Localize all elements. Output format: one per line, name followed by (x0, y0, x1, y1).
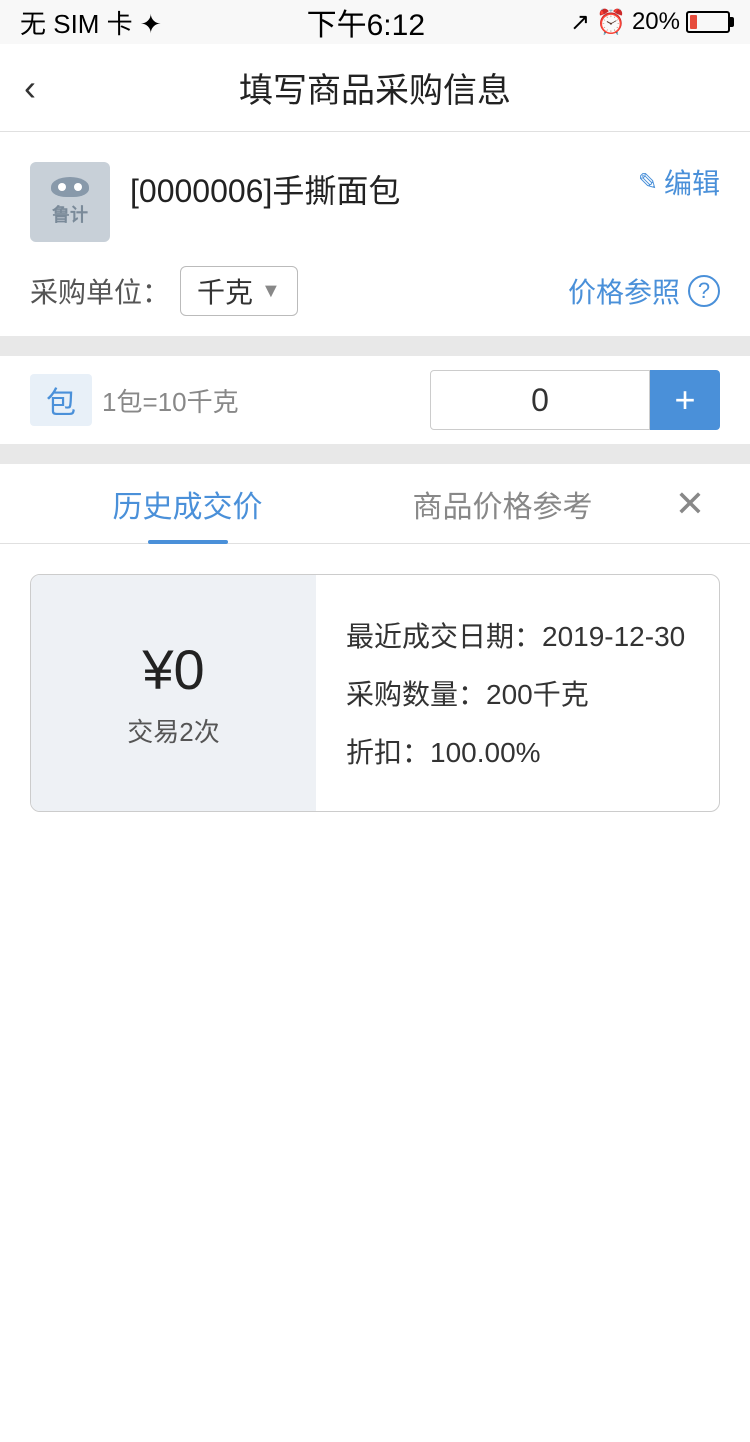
battery-percent: 20% (632, 8, 680, 36)
price-ref-label: 价格参照 (568, 271, 680, 311)
tab-price-ref[interactable]: 商品价格参考 (345, 464, 660, 544)
price-card-section: ¥0 交易2次 最近成交日期：2019-12-30 采购数量：200千克 折扣：… (0, 544, 750, 842)
unit-chevron-icon: ▼ (261, 280, 281, 303)
product-logo: 鲁计 (40, 177, 100, 227)
battery-fill (690, 15, 697, 29)
product-top-row: 鲁计 [0000006]手撕面包 ✎ 编辑 (30, 162, 720, 242)
product-thumbnail: 鲁计 (30, 162, 110, 242)
purchase-qty-row: 采购数量：200千克 (346, 673, 689, 713)
unit-value: 千克 (197, 271, 253, 311)
price-card-left: ¥0 交易2次 (31, 575, 316, 811)
tab-close-button[interactable]: ✕ (660, 474, 720, 534)
quantity-unit-badge: 包 (30, 374, 92, 426)
owl-eye-left (58, 183, 66, 191)
quantity-row: 包 1包=10千克 + (0, 356, 750, 444)
owl-body (51, 177, 89, 197)
product-name-wrap: [0000006]手撕面包 (130, 162, 400, 212)
edit-icon: ✎ (638, 168, 658, 197)
battery-icon (686, 11, 730, 33)
status-left: 无 SIM 卡 ✦ (20, 4, 162, 41)
help-icon: ? (688, 275, 720, 307)
page-title: 填写商品采购信息 (239, 63, 511, 112)
edit-label: 编辑 (664, 162, 720, 202)
quantity-plus-button[interactable]: + (650, 370, 720, 430)
recent-date-row: 最近成交日期：2019-12-30 (346, 615, 689, 655)
price-card-right: 最近成交日期：2019-12-30 采购数量：200千克 折扣：100.00% (316, 575, 719, 811)
price-amount: ¥0 (142, 637, 204, 702)
price-ref-button[interactable]: 价格参照 ? (568, 271, 720, 311)
product-id: [0000006] (130, 173, 272, 209)
status-bar: 无 SIM 卡 ✦ 下午6:12 ↗ ⏰ 20% (0, 0, 750, 44)
tabs-bar: 历史成交价 商品价格参考 ✕ (0, 464, 750, 544)
price-trades: 交易2次 (127, 712, 219, 749)
nav-bar: ‹ 填写商品采购信息 (0, 44, 750, 132)
unit-select[interactable]: 千克 ▼ (180, 266, 298, 316)
section-divider-2 (0, 444, 750, 464)
currency-symbol: ¥ (142, 638, 173, 701)
section-divider (0, 336, 750, 356)
unit-label: 采购单位： (30, 271, 170, 311)
price-value: 0 (174, 638, 205, 701)
edit-button[interactable]: ✎ 编辑 (638, 162, 720, 202)
product-name: [0000006]手撕面包 (130, 166, 400, 212)
product-card: 鲁计 [0000006]手撕面包 ✎ 编辑 采购单位： 千克 ▼ 价格参照 ? (0, 132, 750, 336)
location-icon: ↗ (570, 8, 590, 37)
alarm-icon: ⏰ (596, 8, 626, 37)
tab-history-price[interactable]: 历史成交价 (30, 464, 345, 544)
product-info: 鲁计 [0000006]手撕面包 (30, 162, 400, 242)
owl-text: 鲁计 (52, 201, 88, 227)
product-title: 手撕面包 (272, 173, 400, 209)
quantity-input-wrap: + (430, 370, 720, 430)
status-time: 下午6:12 (307, 0, 425, 44)
bottom-fill (0, 842, 750, 1442)
owl-eye-right (74, 183, 82, 191)
quantity-unit-info: 包 1包=10千克 (30, 374, 239, 426)
quantity-input[interactable] (430, 370, 650, 430)
quantity-conversion: 1包=10千克 (102, 382, 239, 419)
price-card: ¥0 交易2次 最近成交日期：2019-12-30 采购数量：200千克 折扣：… (30, 574, 720, 812)
discount-row: 折扣：100.00% (346, 731, 689, 771)
status-right: ↗ ⏰ 20% (570, 8, 730, 37)
no-sim-text: 无 SIM 卡 ✦ (20, 4, 162, 41)
back-button[interactable]: ‹ (24, 67, 36, 109)
unit-row: 采购单位： 千克 ▼ 价格参照 ? (30, 266, 720, 316)
owl-eyes (58, 183, 82, 191)
